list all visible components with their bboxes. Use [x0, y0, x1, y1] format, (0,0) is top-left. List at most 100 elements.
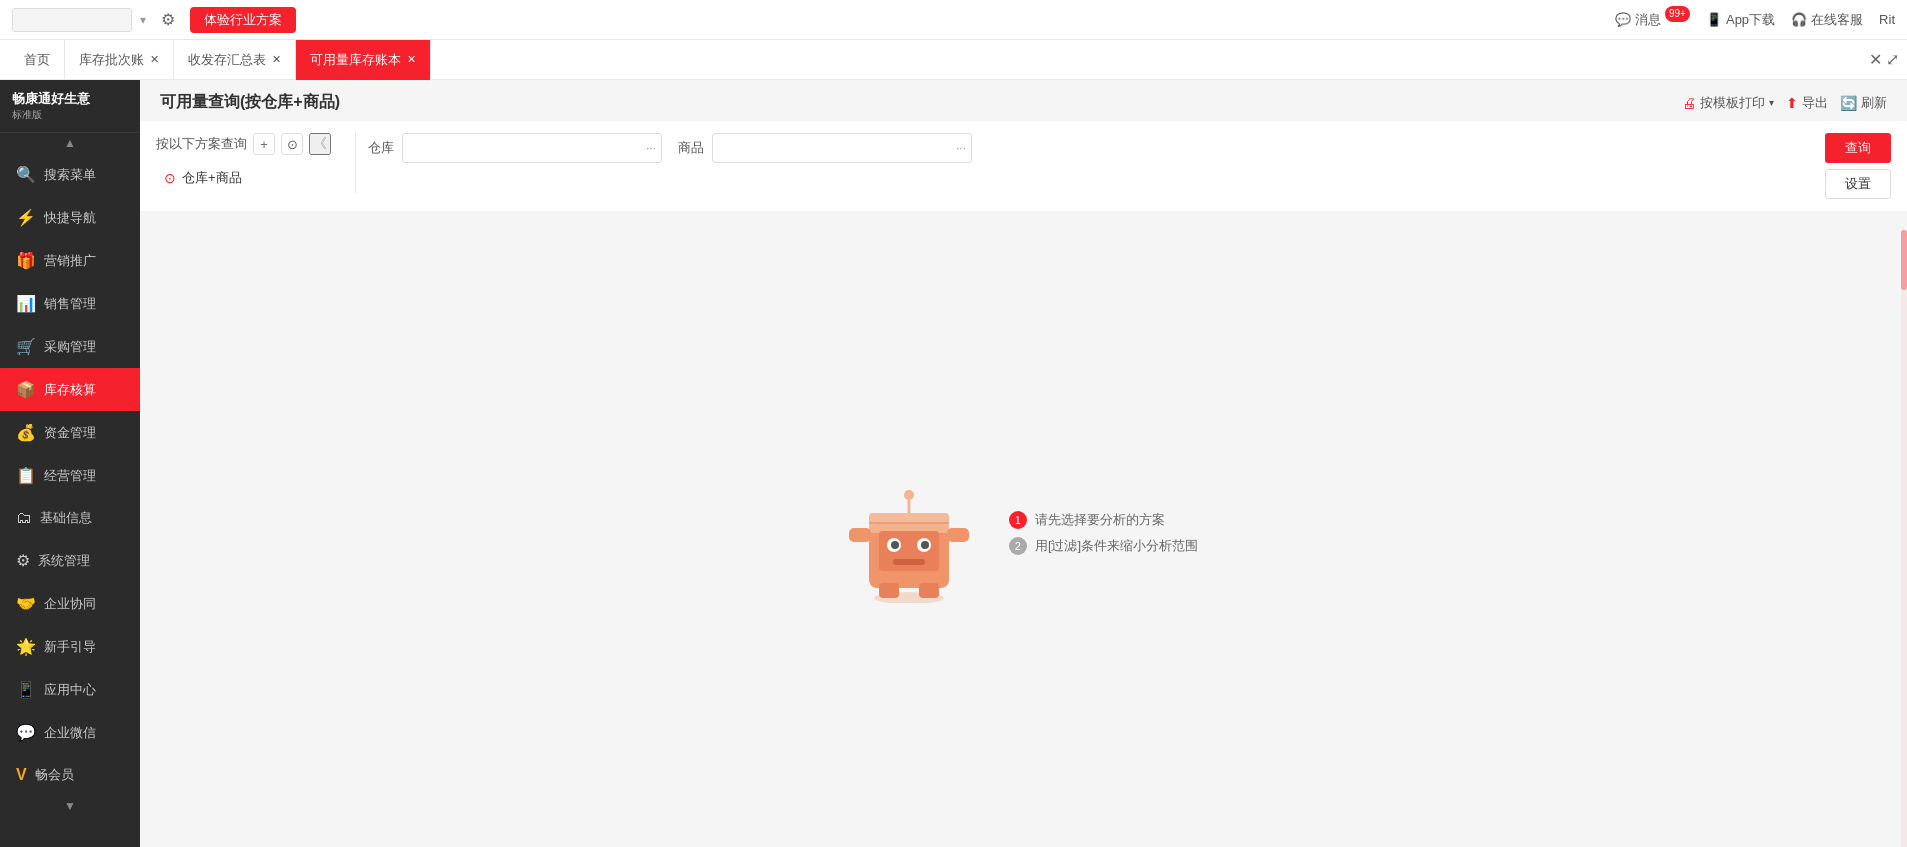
message-badge: 99+ [1665, 6, 1690, 22]
app-logo: 畅康通好生意 标准版 [0, 80, 140, 133]
message-action[interactable]: 💬 消息 99+ [1615, 11, 1690, 29]
message-icon: 💬 [1615, 12, 1631, 27]
industry-button[interactable]: 体验行业方案 [190, 7, 296, 33]
star-icon: 🌟 [16, 637, 36, 656]
svg-point-10 [904, 490, 914, 500]
header-left: ▾ ⚙ 体验行业方案 [12, 6, 1615, 34]
sidebar-item-finance[interactable]: 💰 资金管理 [0, 411, 140, 454]
print-button[interactable]: 🖨 按模板打印 ▾ [1682, 94, 1774, 112]
folder-icon: 🗂 [16, 509, 32, 527]
svg-rect-14 [919, 583, 939, 598]
tab-summary[interactable]: 收发存汇总表 ✕ [174, 40, 296, 80]
tab-available[interactable]: 可用量库存账本 ✕ [296, 40, 431, 80]
sidebar-item-appcenter[interactable]: 📱 应用中心 [0, 668, 140, 711]
close-tab-button[interactable]: ✕ [1869, 50, 1882, 69]
robot-svg [849, 473, 969, 603]
user-name[interactable]: Rit [1879, 12, 1895, 27]
headset-icon: 🎧 [1791, 12, 1807, 27]
export-button[interactable]: ⬆ 导出 [1786, 94, 1828, 112]
sidebar-item-inventory[interactable]: 📦 库存核算 [0, 368, 140, 411]
close-available-tab[interactable]: ✕ [407, 53, 416, 66]
warehouse-more-icon[interactable]: ··· [646, 141, 656, 155]
app-download-action[interactable]: 📱 App下载 [1706, 11, 1775, 29]
svg-rect-11 [849, 528, 871, 542]
export-icon: ⬆ [1786, 95, 1798, 111]
sidebar-item-basic[interactable]: 🗂 基础信息 [0, 497, 140, 539]
product-label: 商品 [678, 139, 704, 157]
content-area: 可用量查询(按仓库+商品) 🖨 按模板打印 ▾ ⬆ 导出 🔄 刷新 [140, 80, 1907, 847]
scroll-down[interactable]: ▼ [0, 796, 140, 816]
phone-icon: 📱 [1706, 12, 1722, 27]
clipboard-icon: 📋 [16, 466, 36, 485]
breadcrumb-input[interactable] [12, 8, 132, 32]
gear-button[interactable]: ⚙ [154, 6, 182, 34]
product-filter: 商品 ··· [678, 133, 972, 163]
lightning-icon: ⚡ [16, 208, 36, 227]
chat-icon: 💬 [16, 723, 36, 742]
warehouse-input[interactable] [402, 133, 662, 163]
sidebar-item-member[interactable]: V 畅会员 [0, 754, 140, 796]
scheme-item-label: 仓库+商品 [182, 169, 242, 187]
tab-home[interactable]: 首页 [10, 40, 65, 80]
empty-tips: 1 请先选择要分析的方案 2 用[过滤]条件来缩小分析范围 [1009, 511, 1198, 555]
page-title: 可用量查询(按仓库+商品) [160, 92, 340, 113]
phone-icon: 📱 [16, 680, 36, 699]
expand-tab-button[interactable]: ⤢ [1886, 50, 1899, 69]
tab-batch[interactable]: 库存批次账 ✕ [65, 40, 174, 80]
app-download-label: App下载 [1726, 11, 1775, 29]
svg-rect-8 [893, 559, 925, 565]
sidebar-item-enterprise[interactable]: 🤝 企业协同 [0, 582, 140, 625]
svg-rect-13 [879, 583, 899, 598]
chart-icon: 📊 [16, 294, 36, 313]
sidebar-item-operations[interactable]: 📋 经营管理 [0, 454, 140, 497]
refresh-icon: 🔄 [1840, 95, 1857, 111]
sidebar-item-newguide[interactable]: 🌟 新手引导 [0, 625, 140, 668]
settings-icon: ⚙ [16, 551, 30, 570]
right-scrollbar-thumb[interactable] [1901, 230, 1907, 290]
tip-num-1: 1 [1009, 511, 1027, 529]
settings-scheme-button[interactable]: ⊙ [281, 133, 303, 155]
money-icon: 💰 [16, 423, 36, 442]
v-icon: V [16, 766, 27, 784]
right-scrollbar-track [1901, 230, 1907, 847]
collapse-scheme-button[interactable]: 《 [309, 133, 331, 155]
scheme-item-warehouse-product[interactable]: ⊙ 仓库+商品 [156, 163, 343, 193]
query-section: 按以下方案查询 + ⊙ 《 ⊙ 仓库+商品 仓库 ·· [140, 121, 1907, 211]
product-input[interactable] [712, 133, 972, 163]
app-name: 畅康通好生意 [12, 90, 128, 108]
empty-tip-2: 2 用[过滤]条件来缩小分析范围 [1009, 537, 1198, 555]
close-summary-tab[interactable]: ✕ [272, 53, 281, 66]
sidebar-item-marketing[interactable]: 🎁 营销推广 [0, 239, 140, 282]
top-header: ▾ ⚙ 体验行业方案 💬 消息 99+ 📱 App下载 🎧 在线客服 Rit [0, 0, 1907, 40]
product-input-wrapper: ··· [712, 133, 972, 163]
empty-tip-1: 1 请先选择要分析的方案 [1009, 511, 1198, 529]
dropdown-icon[interactable]: ▾ [140, 13, 146, 27]
svg-point-7 [921, 541, 929, 549]
page-actions: 🖨 按模板打印 ▾ ⬆ 导出 🔄 刷新 [1682, 94, 1887, 112]
scheme-header: 按以下方案查询 + ⊙ 《 [156, 133, 343, 155]
gift-icon: 🎁 [16, 251, 36, 270]
refresh-button[interactable]: 🔄 刷新 [1840, 94, 1887, 112]
box-icon: 📦 [16, 380, 36, 399]
sidebar-item-system[interactable]: ⚙ 系统管理 [0, 539, 140, 582]
product-more-icon[interactable]: ··· [956, 141, 966, 155]
app-version: 标准版 [12, 108, 128, 122]
close-batch-tab[interactable]: ✕ [150, 53, 159, 66]
scroll-up[interactable]: ▲ [0, 133, 140, 153]
sidebar-item-shortcut[interactable]: ⚡ 快捷导航 [0, 196, 140, 239]
query-buttons: 查询 设置 [1825, 133, 1891, 199]
online-service-action[interactable]: 🎧 在线客服 [1791, 11, 1863, 29]
sidebar-item-wechat[interactable]: 💬 企业微信 [0, 711, 140, 754]
query-button[interactable]: 查询 [1825, 133, 1891, 163]
page-title-bar: 可用量查询(按仓库+商品) 🖨 按模板打印 ▾ ⬆ 导出 🔄 刷新 [140, 80, 1907, 121]
settings-button[interactable]: 设置 [1825, 169, 1891, 199]
sidebar-item-sales[interactable]: 📊 销售管理 [0, 282, 140, 325]
add-scheme-button[interactable]: + [253, 133, 275, 155]
header-right: 💬 消息 99+ 📱 App下载 🎧 在线客服 Rit [1615, 11, 1895, 29]
cart-icon: 🛒 [16, 337, 36, 356]
print-dropdown-icon[interactable]: ▾ [1769, 97, 1774, 108]
sidebar-item-purchase[interactable]: 🛒 采购管理 [0, 325, 140, 368]
empty-illustration [849, 473, 969, 593]
filter-area: 仓库 ··· 商品 ··· [368, 133, 1813, 163]
sidebar-item-search[interactable]: 🔍 搜索菜单 [0, 153, 140, 196]
